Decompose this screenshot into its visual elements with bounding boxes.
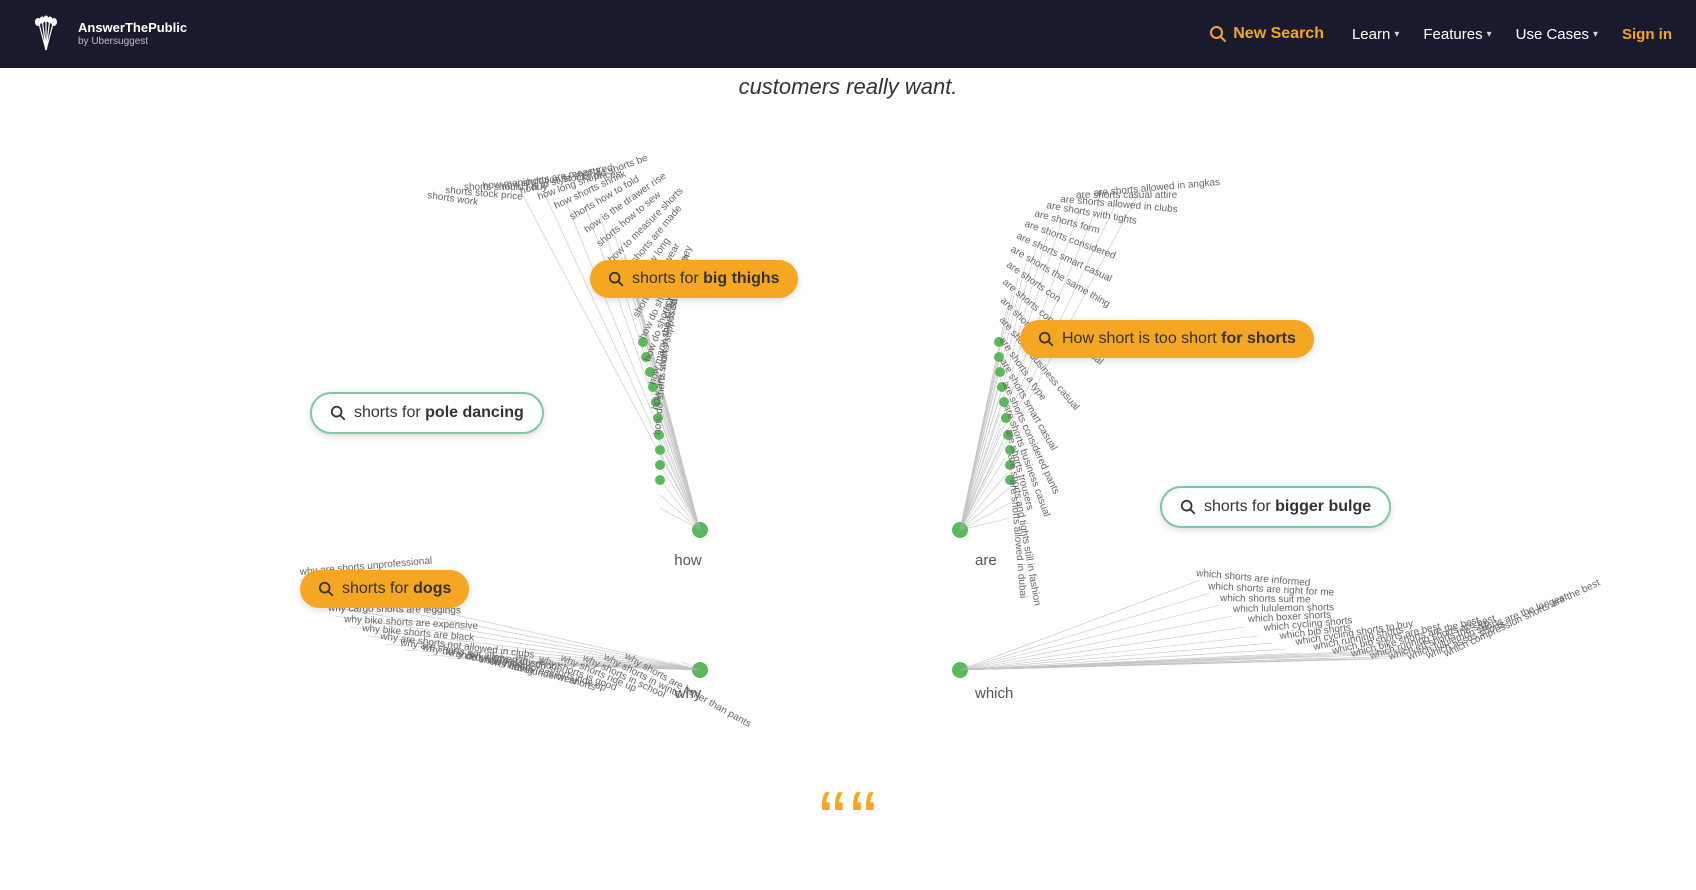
visualization-area: how are why which — [0, 100, 1696, 760]
features-menu[interactable]: Features ▾ — [1423, 26, 1491, 43]
radial-chart-svg: how are why which — [0, 100, 1696, 760]
search-icon — [1038, 331, 1054, 347]
chevron-down-icon: ▾ — [1394, 29, 1399, 40]
sign-in-button[interactable]: Sign in — [1622, 26, 1672, 43]
logo-sub: by Ubersuggest — [78, 36, 187, 48]
learn-menu[interactable]: Learn ▾ — [1352, 26, 1399, 43]
quote-mark-left: “ — [819, 780, 846, 860]
bubble-too-short[interactable]: How short is too short for shorts — [1020, 320, 1314, 358]
quote-mark-right: “ — [850, 780, 877, 860]
bubble-dogs[interactable]: shorts for dogs — [300, 570, 469, 608]
new-search-button[interactable]: New Search — [1209, 25, 1324, 43]
svg-text:are: are — [975, 552, 997, 569]
search-icon — [330, 405, 346, 421]
logo-name: AnswerThePublic — [78, 20, 187, 35]
logo-icon — [24, 12, 68, 56]
search-icon — [318, 581, 334, 597]
chevron-down-icon: ▾ — [1487, 29, 1492, 40]
chevron-down-icon: ▾ — [1593, 29, 1598, 40]
tagline: customers really want. — [0, 68, 1696, 100]
use-cases-menu[interactable]: Use Cases ▾ — [1516, 26, 1598, 43]
logo[interactable]: AnswerThePublic by Ubersuggest — [24, 12, 187, 56]
bubble-pole-dancing[interactable]: shorts for pole dancing — [310, 392, 544, 434]
svg-text:which: which — [974, 685, 1013, 702]
bubble-bigger-bulge[interactable]: shorts for bigger bulge — [1160, 486, 1391, 528]
bubble-big-thighs[interactable]: shorts for big thighs — [590, 260, 798, 298]
search-icon — [1180, 499, 1196, 515]
quotes-section: “ “ — [0, 760, 1696, 890]
navigation: AnswerThePublic by Ubersuggest New Searc… — [0, 0, 1696, 68]
search-icon — [1209, 25, 1227, 43]
svg-text:how: how — [674, 552, 702, 569]
main-content: customers really want. how are why which — [0, 0, 1696, 890]
search-icon — [608, 271, 624, 287]
